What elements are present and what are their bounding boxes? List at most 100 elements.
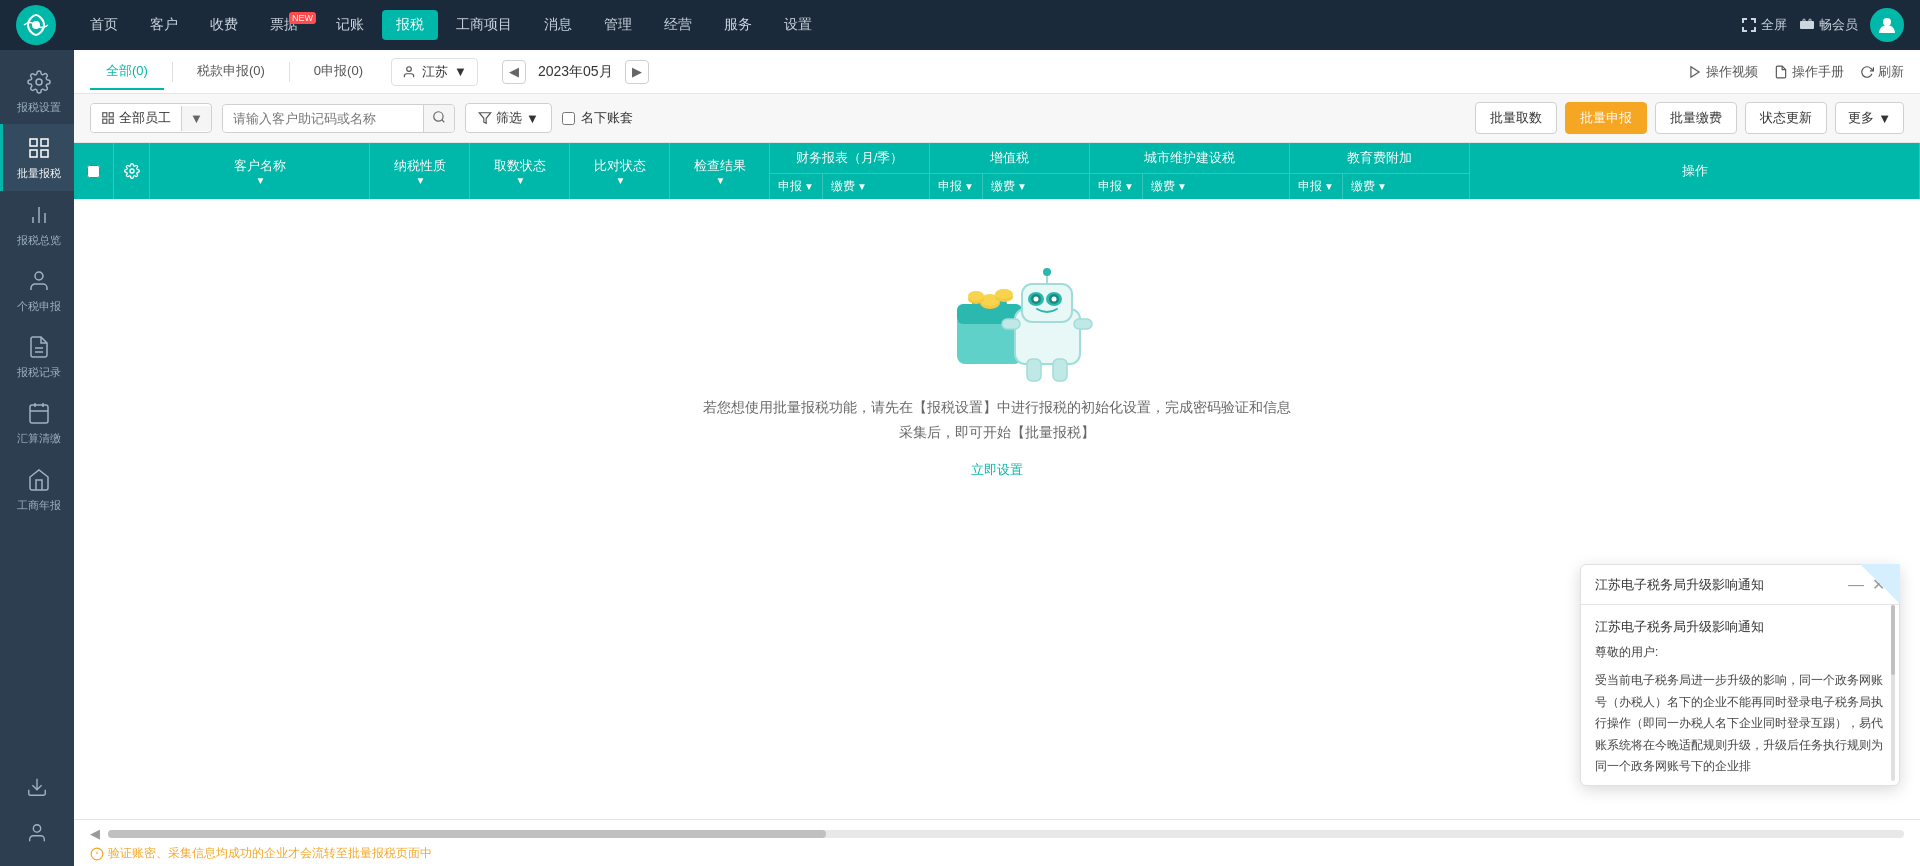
sidebar-label-tax-record: 报税记录 — [17, 365, 61, 379]
nav-operation[interactable]: 经营 — [650, 10, 706, 40]
tab-tax-declare[interactable]: 税款申报(0) — [181, 54, 281, 90]
th-vat-title: 增值税 — [930, 143, 1089, 174]
th-operations: 操作 — [1470, 143, 1920, 199]
th-financial-cols: 申报 ▼ 缴费 ▼ — [770, 174, 929, 199]
notif-content: 受当前电子税务局进一步升级的影响，同一个政务网账号（办税人）名下的企业不能再同时… — [1595, 670, 1885, 778]
svg-point-44 — [1052, 297, 1057, 302]
status-update-btn[interactable]: 状态更新 — [1745, 102, 1827, 134]
nav-customer[interactable]: 客户 — [136, 10, 192, 40]
sidebar-user[interactable] — [0, 812, 74, 854]
th-vat-cols: 申报 ▼ 缴费 ▼ — [930, 174, 1089, 199]
bottom-warning: 验证账密、采集信息均成功的企业才会流转至批量报税页面中 — [90, 845, 1904, 862]
employee-select[interactable]: 全部员工 ▼ — [90, 103, 212, 133]
nav-business[interactable]: 工商项目 — [442, 10, 526, 40]
svg-rect-2 — [1800, 21, 1814, 29]
search-input[interactable] — [223, 106, 423, 131]
svg-rect-8 — [41, 150, 48, 157]
svg-point-24 — [434, 111, 443, 120]
select-all-checkbox[interactable] — [87, 165, 100, 178]
sidebar-item-personal-tax[interactable]: 个税申报 — [0, 257, 74, 323]
svg-rect-50 — [1053, 359, 1067, 381]
action-refresh[interactable]: 刷新 — [1860, 63, 1904, 81]
nav-message[interactable]: 消息 — [530, 10, 586, 40]
month-prev-btn[interactable]: ◀ — [502, 60, 526, 84]
search-box — [222, 104, 455, 133]
sidebar-label-tax-setting: 报税设置 — [17, 100, 61, 114]
left-sidebar: 报税设置 批量报税 报税总览 个税申报 报税记录 — [0, 50, 74, 866]
fullscreen-btn[interactable]: 全屏 — [1741, 16, 1787, 34]
nav-bookkeeping[interactable]: 记账 — [322, 10, 378, 40]
more-btn[interactable]: 更多 ▼ — [1835, 102, 1904, 134]
action-manual[interactable]: 操作手册 — [1774, 63, 1844, 81]
th-financial-declare: 申报 ▼ — [770, 174, 823, 199]
nav-invoice[interactable]: 票据 NEW — [256, 10, 318, 40]
avatar[interactable] — [1870, 8, 1904, 42]
notif-scrollbar[interactable] — [1891, 605, 1895, 781]
svg-rect-47 — [1002, 319, 1020, 329]
th-check-result: 检查结果 ▼ — [670, 143, 770, 199]
vip-btn[interactable]: 畅会员 — [1799, 16, 1858, 34]
nav-home[interactable]: 首页 — [76, 10, 132, 40]
nav-tax[interactable]: 报税 — [382, 10, 438, 40]
sidebar-item-batch-tax[interactable]: 批量报税 — [0, 124, 74, 190]
sidebar-label-batch-tax: 批量报税 — [17, 166, 61, 180]
tax-setting-icon — [25, 68, 53, 96]
new-badge: NEW — [289, 12, 316, 24]
svg-line-25 — [442, 119, 445, 122]
batch-declare-btn[interactable]: 批量申报 — [1565, 102, 1647, 134]
annual-report-icon — [25, 466, 53, 494]
top-navigation: 首页 客户 收费 票据 NEW 记账 报税 工商项目 消息 管理 经营 服务 设… — [0, 0, 1920, 50]
sidebar-item-annual-report[interactable]: 工商年报 — [0, 456, 74, 522]
notif-header: 江苏电子税务局升级影响通知 — ✕ — [1581, 565, 1899, 605]
th-fetch-status: 取数状态 ▼ — [470, 143, 570, 199]
batch-tax-icon — [25, 134, 53, 162]
filter-button[interactable]: 筛选 ▼ — [465, 103, 552, 133]
tab-bar: 全部(0) 税款申报(0) 0申报(0) 江苏 ▼ ◀ 2023年05月 ▶ — [74, 50, 1920, 94]
sidebar-item-tax-record[interactable]: 报税记录 — [0, 323, 74, 389]
th-city-declare: 申报 ▼ — [1090, 174, 1143, 199]
tab-all[interactable]: 全部(0) — [90, 54, 164, 90]
checkbox-input[interactable] — [562, 112, 575, 125]
svg-point-18 — [407, 66, 412, 71]
tax-record-icon — [25, 333, 53, 361]
batch-pay-btn[interactable]: 批量缴费 — [1655, 102, 1737, 134]
th-group-city: 城市维护建设税 申报 ▼ 缴费 ▼ — [1090, 143, 1290, 199]
sidebar-item-annual-settlement[interactable]: 汇算清缴 — [0, 389, 74, 455]
sidebar-download[interactable] — [0, 766, 74, 808]
th-vat-declare: 申报 ▼ — [930, 174, 983, 199]
nav-service[interactable]: 服务 — [710, 10, 766, 40]
notif-body: 江苏电子税务局升级影响通知 尊敬的用户: 受当前电子税务局进一步升级的影响，同一… — [1581, 605, 1899, 785]
batch-fetch-btn[interactable]: 批量取数 — [1475, 102, 1557, 134]
region-selector[interactable]: 江苏 ▼ — [391, 58, 478, 86]
setup-link[interactable]: 立即设置 — [971, 461, 1023, 479]
nav-setting[interactable]: 设置 — [770, 10, 826, 40]
checkbox-accounts[interactable]: 名下账套 — [562, 109, 633, 127]
employee-select-arrow[interactable]: ▼ — [181, 106, 211, 131]
search-button[interactable] — [423, 105, 454, 132]
empty-description: 若您想使用批量报税功能，请先在【报税设置】中进行报税的初始化设置，完成密码验证和… — [697, 395, 1297, 445]
tab-divider-1 — [172, 62, 173, 82]
horizontal-scrollbar[interactable] — [108, 830, 1904, 838]
svg-point-4 — [36, 79, 42, 85]
th-tax-nature: 纳税性质 ▼ — [370, 143, 470, 199]
th-education-cols: 申报 ▼ 缴费 ▼ — [1290, 174, 1469, 199]
tab-zero-declare[interactable]: 0申报(0) — [298, 54, 379, 90]
svg-rect-7 — [30, 150, 37, 157]
sidebar-item-tax-setting[interactable]: 报税设置 — [0, 58, 74, 124]
svg-point-34 — [995, 289, 1013, 299]
month-next-btn[interactable]: ▶ — [625, 60, 649, 84]
svg-point-36 — [968, 291, 984, 301]
action-video[interactable]: 操作视频 — [1688, 63, 1758, 81]
toolbar-right: 批量取数 批量申报 批量缴费 状态更新 更多 ▼ — [1475, 102, 1904, 134]
th-city-pay: 缴费 ▼ — [1143, 174, 1195, 199]
left-scroll-btn[interactable]: ◀ — [90, 826, 100, 841]
notif-scroll-thumb — [1891, 605, 1895, 675]
logo[interactable] — [16, 5, 56, 45]
toolbar: 全部员工 ▼ 筛选 ▼ 名下账套 批量取数 批量申报 — [74, 94, 1920, 143]
sidebar-item-tax-overview[interactable]: 报税总览 — [0, 191, 74, 257]
region-arrow: ▼ — [454, 64, 467, 79]
nav-manage[interactable]: 管理 — [590, 10, 646, 40]
th-checkbox[interactable] — [74, 143, 114, 199]
nav-fee[interactable]: 收费 — [196, 10, 252, 40]
th-gear[interactable] — [114, 143, 150, 199]
